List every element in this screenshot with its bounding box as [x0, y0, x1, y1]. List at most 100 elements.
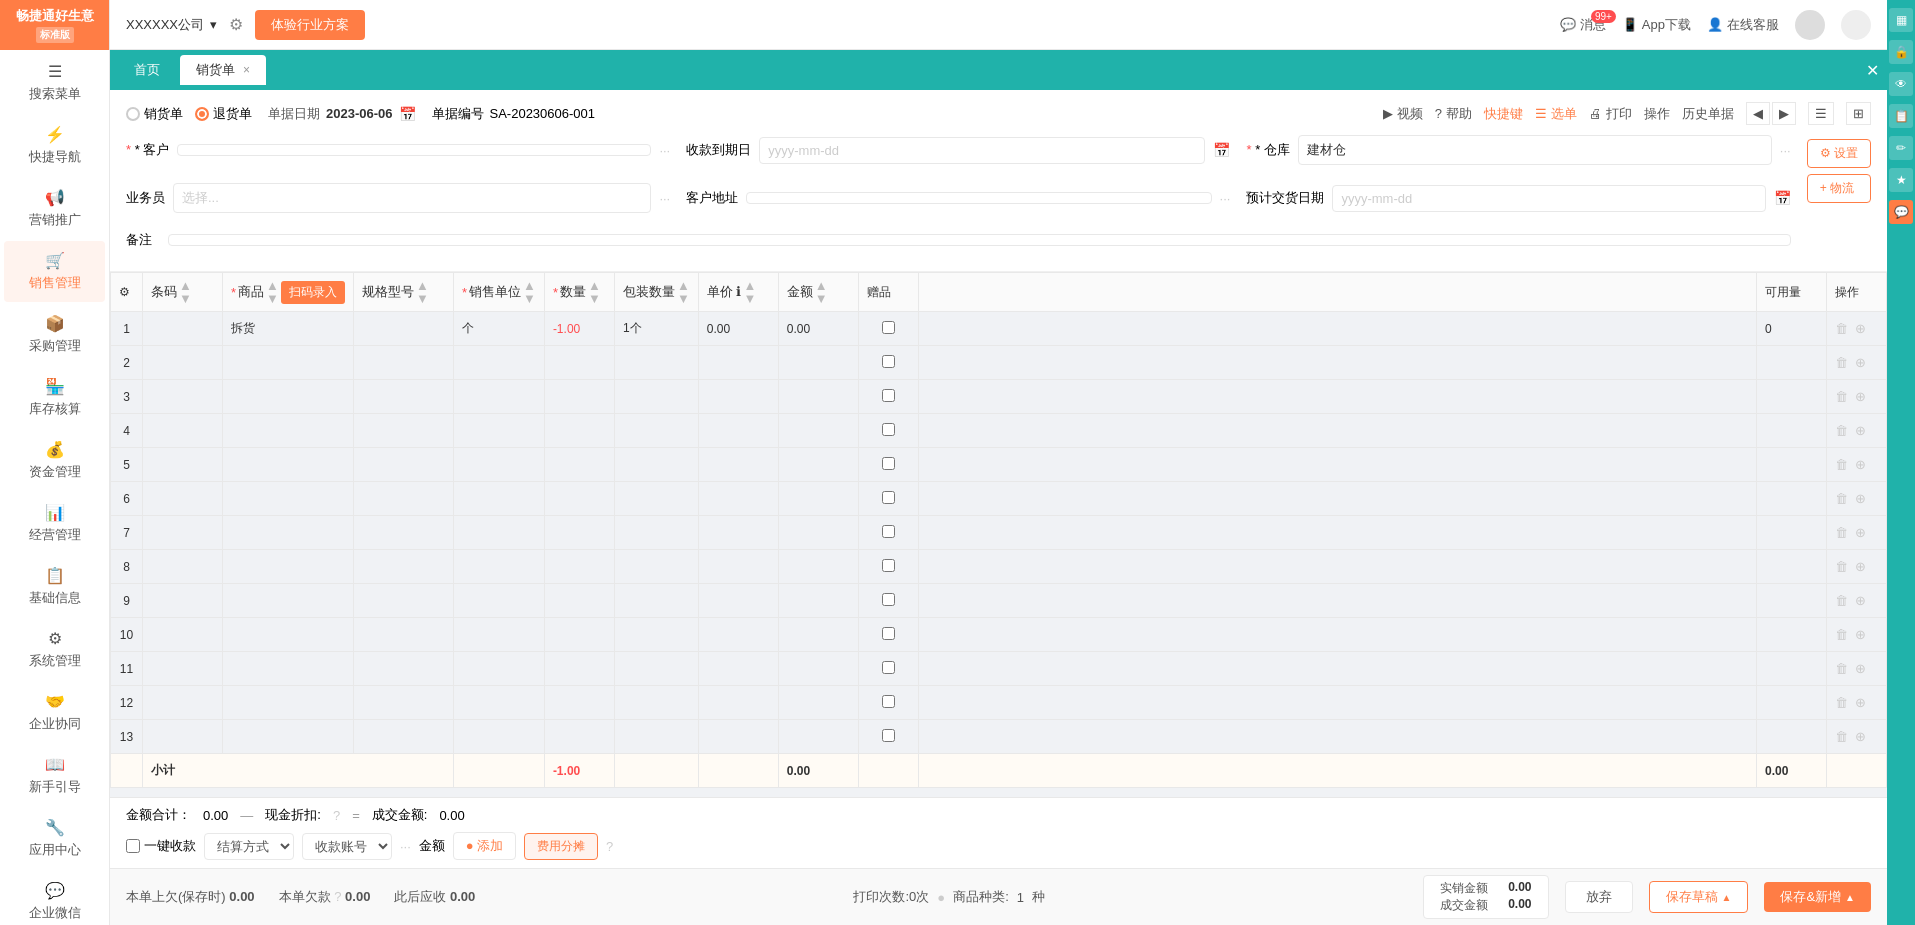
cell-spec[interactable] — [353, 720, 453, 754]
tab-close-icon[interactable]: × — [243, 63, 250, 77]
cell-barcode[interactable] — [143, 448, 223, 482]
cell-unit[interactable] — [453, 414, 544, 448]
copy-row-icon[interactable]: ⊕ — [1855, 355, 1866, 370]
cell-pkg-qty[interactable]: 1个 — [614, 312, 698, 346]
cell-gift[interactable] — [858, 550, 918, 584]
cell-amount[interactable]: 0.00 — [778, 312, 858, 346]
sidebar-item-新手引导[interactable]: 📖新手引导 — [4, 745, 105, 806]
cell-price[interactable] — [698, 686, 778, 720]
discount-help-icon[interactable]: ? — [333, 808, 340, 823]
cell-pkg-qty[interactable] — [614, 482, 698, 516]
cell-unit[interactable] — [453, 516, 544, 550]
right-panel-chat[interactable]: 💬 — [1889, 200, 1913, 224]
cell-barcode[interactable] — [143, 686, 223, 720]
cell-qty[interactable] — [544, 686, 614, 720]
cell-unit[interactable] — [453, 652, 544, 686]
cell-spec[interactable] — [353, 618, 453, 652]
cell-amount[interactable] — [778, 550, 858, 584]
delete-row-icon[interactable]: 🗑 — [1835, 491, 1848, 506]
settings-button[interactable]: ⚙ 设置 — [1807, 139, 1871, 168]
tab-sale-order[interactable]: 销货单 × — [180, 55, 266, 85]
cell-gift[interactable] — [858, 618, 918, 652]
delete-row-icon[interactable]: 🗑 — [1835, 525, 1848, 540]
cell-product[interactable] — [223, 720, 354, 754]
cell-pkg-qty[interactable] — [614, 686, 698, 720]
history-action[interactable]: 历史单据 — [1682, 105, 1734, 123]
cell-barcode[interactable] — [143, 720, 223, 754]
cell-barcode[interactable] — [143, 652, 223, 686]
cell-price[interactable] — [698, 584, 778, 618]
cell-unit[interactable] — [453, 686, 544, 720]
cell-barcode[interactable] — [143, 618, 223, 652]
cell-product[interactable] — [223, 448, 354, 482]
radio-sale[interactable]: 销货单 — [126, 105, 183, 123]
cell-qty[interactable] — [544, 516, 614, 550]
cell-gift[interactable] — [858, 652, 918, 686]
cell-amount[interactable] — [778, 448, 858, 482]
cell-gift[interactable] — [858, 686, 918, 720]
cell-gift[interactable] — [858, 414, 918, 448]
help-action[interactable]: ? 帮助 — [1435, 105, 1472, 123]
cell-barcode[interactable] — [143, 414, 223, 448]
cell-unit[interactable] — [453, 482, 544, 516]
cell-barcode[interactable] — [143, 380, 223, 414]
cell-unit[interactable] — [453, 584, 544, 618]
copy-row-icon[interactable]: ⊕ — [1855, 729, 1866, 744]
sidebar-item-销售管理[interactable]: 🛒销售管理 — [4, 241, 105, 302]
cell-gift[interactable] — [858, 380, 918, 414]
salesman-input[interactable]: 选择... — [173, 183, 651, 213]
cell-product[interactable] — [223, 618, 354, 652]
cell-spec[interactable] — [353, 482, 453, 516]
video-action[interactable]: ▶ 视频 — [1383, 105, 1423, 123]
cell-pkg-qty[interactable] — [614, 584, 698, 618]
cell-gift[interactable] — [858, 312, 918, 346]
right-panel-edit[interactable]: ✏ — [1889, 136, 1913, 160]
user-avatar-2[interactable] — [1841, 10, 1871, 40]
delete-row-icon[interactable]: 🗑 — [1835, 559, 1848, 574]
online-service-button[interactable]: 👤 在线客服 — [1707, 16, 1779, 34]
cell-spec[interactable] — [353, 550, 453, 584]
customer-input[interactable] — [177, 144, 651, 156]
cell-product[interactable]: 拆货 — [223, 312, 354, 346]
overdue-help[interactable]: ? — [334, 889, 341, 904]
delete-row-icon[interactable]: 🗑 — [1835, 423, 1848, 438]
cell-unit[interactable] — [453, 346, 544, 380]
cell-spec[interactable] — [353, 380, 453, 414]
cell-qty[interactable] — [544, 414, 614, 448]
copy-row-icon[interactable]: ⊕ — [1855, 559, 1866, 574]
cell-spec[interactable] — [353, 686, 453, 720]
company-selector[interactable]: XXXXXX公司 ▾ — [126, 16, 217, 34]
cell-price[interactable] — [698, 550, 778, 584]
cell-barcode[interactable] — [143, 346, 223, 380]
right-panel-star[interactable]: ★ — [1889, 168, 1913, 192]
tab-home[interactable]: 首页 — [118, 53, 176, 87]
cell-amount[interactable] — [778, 686, 858, 720]
cell-product[interactable] — [223, 380, 354, 414]
cell-barcode[interactable] — [143, 584, 223, 618]
receivable-input[interactable]: yyyy-mm-dd — [759, 137, 1205, 164]
sidebar-item-经营管理[interactable]: 📊经营管理 — [4, 493, 105, 554]
cell-amount[interactable] — [778, 584, 858, 618]
sidebar-item-企业协同[interactable]: 🤝企业协同 — [4, 682, 105, 743]
cell-amount[interactable] — [778, 618, 858, 652]
cell-spec[interactable] — [353, 414, 453, 448]
cell-product[interactable] — [223, 652, 354, 686]
sidebar-item-搜索菜单[interactable]: ☰搜索菜单 — [4, 52, 105, 113]
cell-barcode[interactable] — [143, 482, 223, 516]
cell-unit[interactable]: 个 — [453, 312, 544, 346]
delete-row-icon[interactable]: 🗑 — [1835, 457, 1848, 472]
cell-qty[interactable] — [544, 652, 614, 686]
sidebar-item-基础信息[interactable]: 📋基础信息 — [4, 556, 105, 617]
app-download-button[interactable]: 📱 App下载 — [1622, 16, 1691, 34]
right-panel-grid[interactable]: ▦ — [1889, 8, 1913, 32]
cell-gift[interactable] — [858, 346, 918, 380]
cell-price[interactable] — [698, 720, 778, 754]
sidebar-item-系统管理[interactable]: ⚙系统管理 — [4, 619, 105, 680]
settings-icon[interactable]: ⚙ — [229, 15, 243, 34]
cell-gift[interactable] — [858, 448, 918, 482]
warehouse-input[interactable]: 建材仓 — [1298, 135, 1772, 165]
shortcut-action[interactable]: 快捷键 — [1484, 105, 1523, 123]
copy-row-icon[interactable]: ⊕ — [1855, 457, 1866, 472]
cell-unit[interactable] — [453, 448, 544, 482]
delete-row-icon[interactable]: 🗑 — [1835, 593, 1848, 608]
